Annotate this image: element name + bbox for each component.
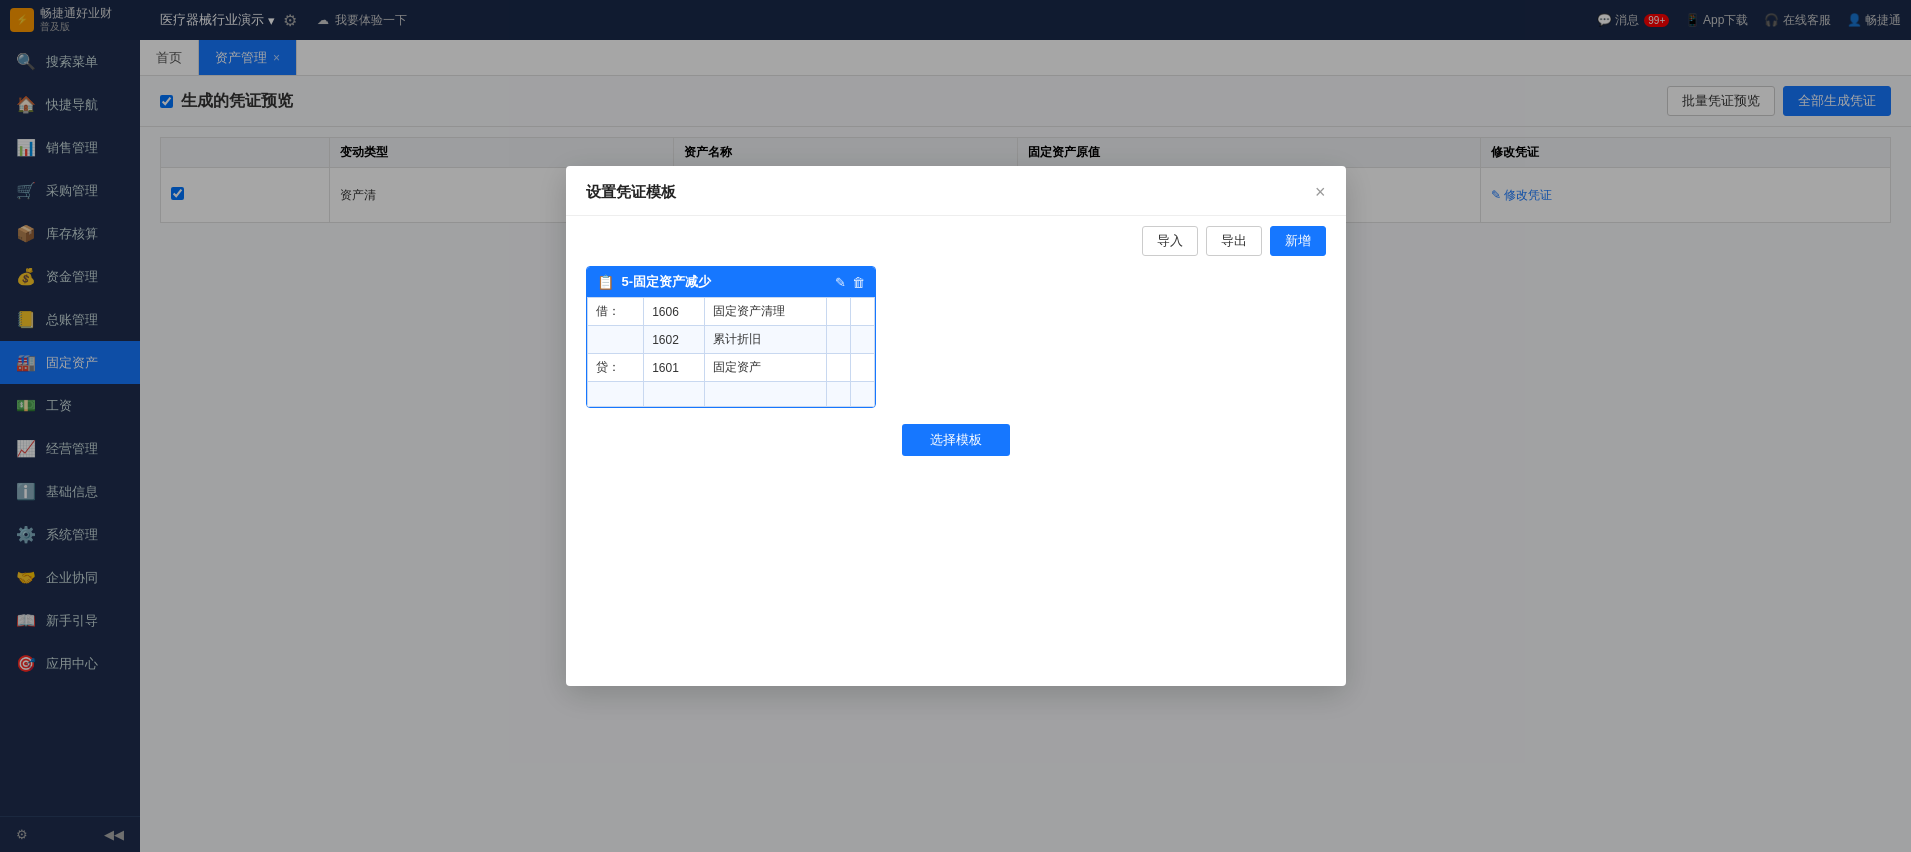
entry-debit-0 bbox=[827, 298, 850, 326]
template-card-actions: ✎ 🗑 bbox=[835, 275, 865, 290]
entry-credit-0 bbox=[850, 298, 874, 326]
entry-code-0: 1606 bbox=[644, 298, 704, 326]
export-button[interactable]: 导出 bbox=[1206, 226, 1262, 256]
template-delete-button[interactable]: 🗑 bbox=[852, 275, 865, 290]
modal-toolbar: 导入 导出 新增 bbox=[566, 216, 1346, 266]
modal-title: 设置凭证模板 bbox=[586, 183, 676, 202]
template-entry-row: 贷： 1601 固定资产 bbox=[587, 354, 874, 382]
entry-debit-1 bbox=[827, 326, 850, 354]
modal-close-button[interactable]: × bbox=[1315, 182, 1326, 203]
modal-body: 📋 5-固定资产减少 ✎ 🗑 借： 1606 固定资产清理 bbox=[566, 266, 1346, 686]
entry-direction-0: 借： bbox=[587, 298, 644, 326]
template-card-header: 📋 5-固定资产减少 ✎ 🗑 bbox=[587, 267, 875, 297]
entry-account-0: 固定资产清理 bbox=[704, 298, 827, 326]
entry-code-2: 1601 bbox=[644, 354, 704, 382]
new-template-button[interactable]: 新增 bbox=[1270, 226, 1326, 256]
entry-direction-1 bbox=[587, 326, 644, 354]
template-entry-row: 1602 累计折旧 bbox=[587, 326, 874, 354]
template-card-icon: 📋 bbox=[597, 274, 614, 290]
entry-credit-2 bbox=[850, 354, 874, 382]
template-entries-table: 借： 1606 固定资产清理 1602 累计折旧 bbox=[587, 297, 875, 407]
modal-overlay: 设置凭证模板 × 导入 导出 新增 📋 5-固定资产减少 ✎ 🗑 bbox=[0, 0, 1911, 852]
entry-account-1: 累计折旧 bbox=[704, 326, 827, 354]
template-empty-row bbox=[587, 382, 874, 407]
entry-account-2: 固定资产 bbox=[704, 354, 827, 382]
entry-code-1: 1602 bbox=[644, 326, 704, 354]
entry-debit-2 bbox=[827, 354, 850, 382]
entry-direction-2: 贷： bbox=[587, 354, 644, 382]
template-card: 📋 5-固定资产减少 ✎ 🗑 借： 1606 固定资产清理 bbox=[586, 266, 876, 408]
template-edit-button[interactable]: ✎ bbox=[835, 275, 846, 290]
modal-header: 设置凭证模板 × bbox=[566, 166, 1346, 216]
select-template-button[interactable]: 选择模板 bbox=[902, 424, 1010, 456]
template-card-title: 5-固定资产减少 bbox=[622, 273, 827, 291]
voucher-template-modal: 设置凭证模板 × 导入 导出 新增 📋 5-固定资产减少 ✎ 🗑 bbox=[566, 166, 1346, 686]
template-entry-row: 借： 1606 固定资产清理 bbox=[587, 298, 874, 326]
entry-credit-1 bbox=[850, 326, 874, 354]
import-button[interactable]: 导入 bbox=[1142, 226, 1198, 256]
